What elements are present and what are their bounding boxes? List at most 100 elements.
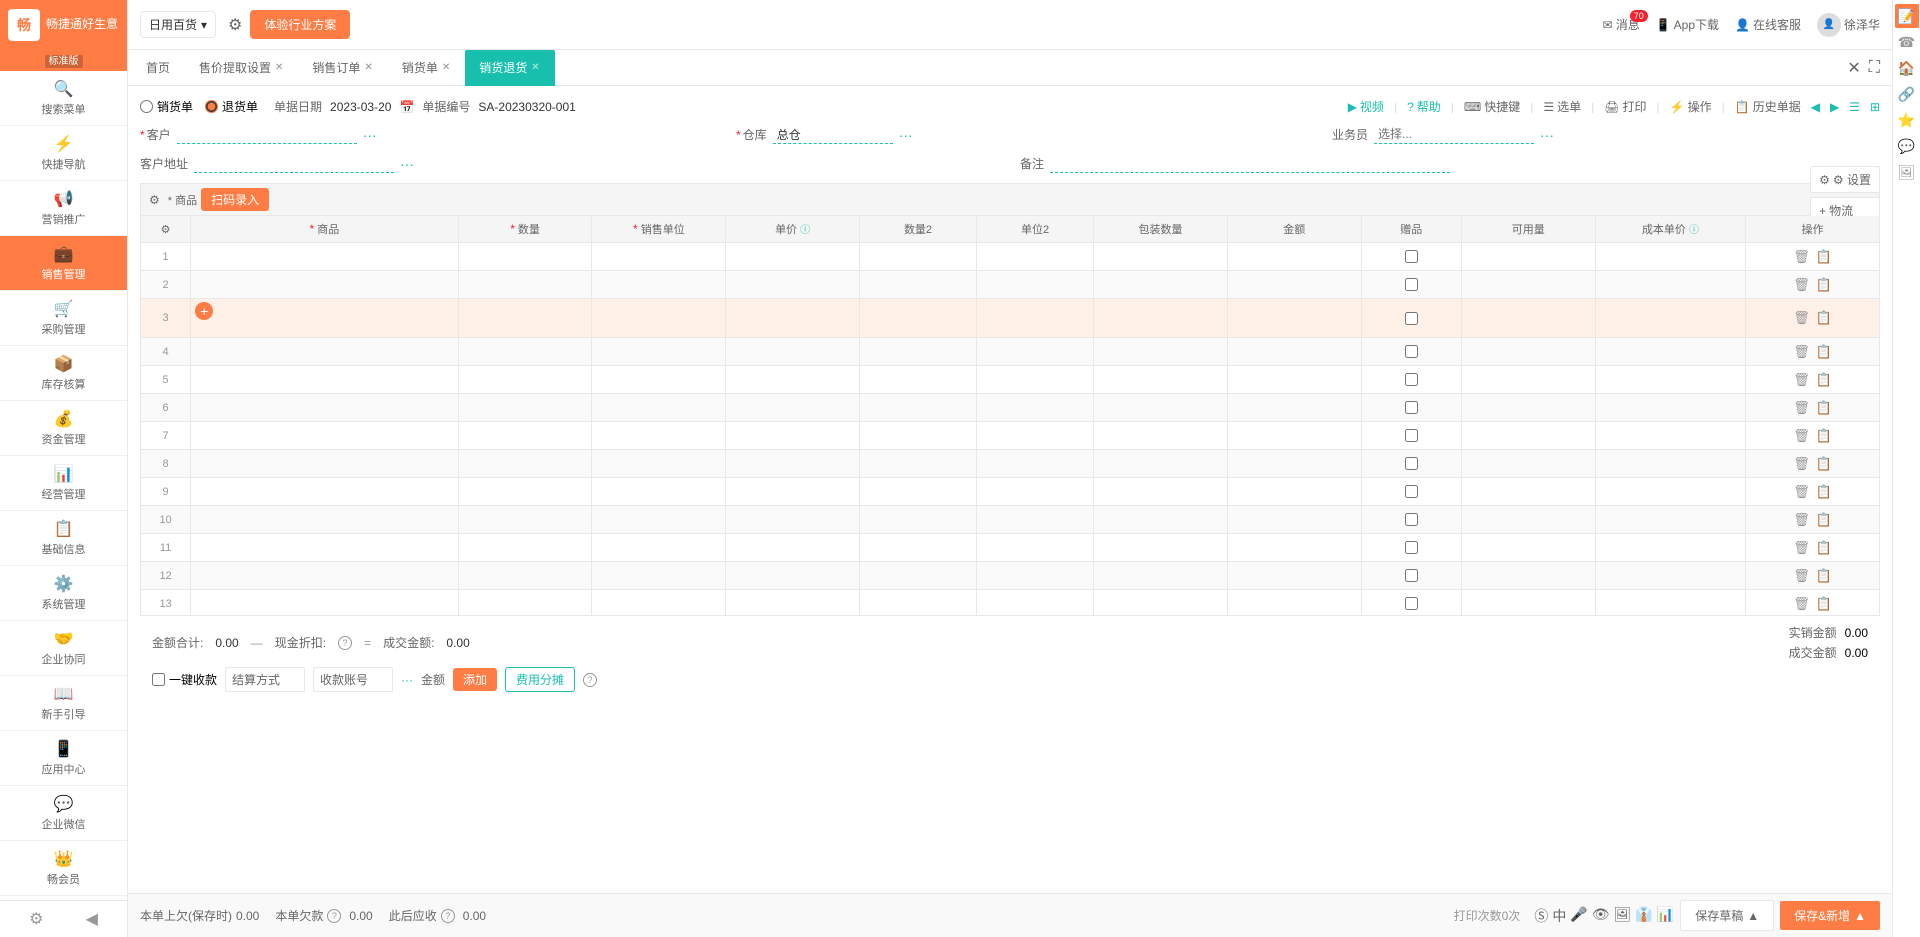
qty-cell-12[interactable] <box>458 562 592 590</box>
delete-icon-2[interactable]: 🗑 <box>1793 277 1810 293</box>
goods-cell-4[interactable] <box>191 338 459 366</box>
footer-help-2[interactable]: ? <box>327 909 341 923</box>
table-gear-icon[interactable]: ⚙ <box>149 193 160 207</box>
qty-cell-1[interactable] <box>458 243 592 271</box>
cost-price-cell-9[interactable] <box>1595 478 1745 506</box>
pack-qty-cell-11[interactable] <box>1094 534 1228 562</box>
copy-icon-12[interactable]: 📋 <box>1816 568 1832 584</box>
onepay-checkbox-label[interactable]: 一键收款 <box>152 671 217 688</box>
scan-btn[interactable]: 扫码录入 <box>201 188 269 211</box>
available-cell-8[interactable] <box>1461 450 1595 478</box>
unit-price-cell-11[interactable] <box>726 534 860 562</box>
customer-input[interactable] <box>177 125 357 144</box>
gift-cell-13[interactable] <box>1361 590 1461 616</box>
sidebar-item-system[interactable]: ⚙️系统管理 <box>0 566 127 621</box>
exp-btn[interactable]: 体验行业方案 <box>250 10 350 39</box>
customer-dots[interactable]: ··· <box>363 127 377 143</box>
sale-unit-cell-13[interactable] <box>592 590 726 616</box>
unit2-cell-4[interactable] <box>977 338 1094 366</box>
save-draft-btn[interactable]: 保存草稿 ▲ <box>1680 900 1774 931</box>
unit2-cell-8[interactable] <box>977 450 1094 478</box>
footer-icon-person[interactable]: 👔 <box>1635 906 1652 926</box>
view-list-icon[interactable]: ☰ <box>1849 100 1860 114</box>
footer-icon-mic[interactable]: 🎤 <box>1570 906 1587 926</box>
delete-icon-13[interactable]: 🗑 <box>1793 596 1810 612</box>
rp-chat-icon[interactable]: 💬 <box>1895 134 1919 158</box>
sale-unit-cell-3[interactable] <box>592 299 726 338</box>
sale-unit-cell-7[interactable] <box>592 422 726 450</box>
sidebar-item-enterprise[interactable]: 🤝企业协同 <box>0 621 127 676</box>
view-grid-icon[interactable]: ⊞ <box>1870 100 1880 114</box>
tab-sale-out-close[interactable]: ✕ <box>442 62 450 73</box>
amount-cell-2[interactable] <box>1227 271 1361 299</box>
available-cell-6[interactable] <box>1461 394 1595 422</box>
gift-checkbox-3[interactable] <box>1405 312 1418 325</box>
sidebar-item-search[interactable]: 🔍搜索菜单 <box>0 71 127 126</box>
radio-return-input[interactable] <box>205 100 218 113</box>
amount-cell-11[interactable] <box>1227 534 1361 562</box>
copy-icon-3[interactable]: 📋 <box>1816 310 1832 326</box>
unit-price-cell-9[interactable] <box>726 478 860 506</box>
cost-price-cell-12[interactable] <box>1595 562 1745 590</box>
unit2-cell-13[interactable] <box>977 590 1094 616</box>
gift-checkbox-10[interactable] <box>1405 513 1418 526</box>
available-cell-9[interactable] <box>1461 478 1595 506</box>
cost-price-cell-13[interactable] <box>1595 590 1745 616</box>
cost-price-cell-8[interactable] <box>1595 450 1745 478</box>
unit2-cell-1[interactable] <box>977 243 1094 271</box>
unit-price-cell-3[interactable] <box>726 299 860 338</box>
qty2-cell-6[interactable] <box>859 394 976 422</box>
goods-input-3[interactable] <box>274 320 374 334</box>
pack-qty-cell-7[interactable] <box>1094 422 1228 450</box>
goods-cell-11[interactable] <box>191 534 459 562</box>
amount-cell-10[interactable] <box>1227 506 1361 534</box>
pack-qty-cell-5[interactable] <box>1094 366 1228 394</box>
cost-price-cell-3[interactable] <box>1595 299 1745 338</box>
delete-icon-12[interactable]: 🗑 <box>1793 568 1810 584</box>
copy-icon-10[interactable]: 📋 <box>1816 512 1832 528</box>
goods-cell-13[interactable] <box>191 590 459 616</box>
radio-sale-input[interactable] <box>140 100 153 113</box>
qty2-cell-11[interactable] <box>859 534 976 562</box>
delete-icon-3[interactable]: 🗑 <box>1793 310 1810 326</box>
copy-icon-8[interactable]: 📋 <box>1816 456 1832 472</box>
sidebar-item-sales[interactable]: 💼销售管理 <box>0 236 127 291</box>
copy-icon-7[interactable]: 📋 <box>1816 428 1832 444</box>
qty-cell-11[interactable] <box>458 534 592 562</box>
qty2-cell-5[interactable] <box>859 366 976 394</box>
goods-cell-1[interactable] <box>191 243 459 271</box>
delete-icon-9[interactable]: 🗑 <box>1793 484 1810 500</box>
gift-checkbox-4[interactable] <box>1405 345 1418 358</box>
pack-qty-cell-2[interactable] <box>1094 271 1228 299</box>
footer-icon-s[interactable]: Ⓢ <box>1534 906 1548 926</box>
qty-cell-7[interactable] <box>458 422 592 450</box>
amount-cell-13[interactable] <box>1227 590 1361 616</box>
toolbar-print[interactable]: 🖨 打印 <box>1604 98 1646 115</box>
goods-cell-5[interactable] <box>191 366 459 394</box>
unit2-cell-12[interactable] <box>977 562 1094 590</box>
sidebar-settings-btn[interactable]: ⚙ <box>29 909 43 929</box>
unit2-cell-6[interactable] <box>977 394 1094 422</box>
copy-icon-4[interactable]: 📋 <box>1816 344 1832 360</box>
footer-icon-chart[interactable]: 📊 <box>1657 906 1674 926</box>
unit-price-cell-10[interactable] <box>726 506 860 534</box>
delete-icon-1[interactable]: 🗑 <box>1793 249 1810 265</box>
rp-phone-icon[interactable]: ☎ <box>1895 30 1919 54</box>
pack-qty-cell-3[interactable] <box>1094 299 1228 338</box>
gift-checkbox-9[interactable] <box>1405 485 1418 498</box>
copy-icon-9[interactable]: 📋 <box>1816 484 1832 500</box>
available-cell-5[interactable] <box>1461 366 1595 394</box>
sidebar-item-app[interactable]: 📱应用中心 <box>0 731 127 786</box>
copy-icon-2[interactable]: 📋 <box>1816 277 1832 293</box>
qty-cell-8[interactable] <box>458 450 592 478</box>
goods-cell-6[interactable] <box>191 394 459 422</box>
qty2-cell-3[interactable] <box>859 299 976 338</box>
unit-price-cell-5[interactable] <box>726 366 860 394</box>
toolbar-shortcut[interactable]: ⌨ 快捷键 <box>1464 98 1520 115</box>
available-cell-7[interactable] <box>1461 422 1595 450</box>
qty2-cell-2[interactable] <box>859 271 976 299</box>
sale-unit-cell-9[interactable] <box>592 478 726 506</box>
gift-cell-2[interactable] <box>1361 271 1461 299</box>
tab-sale-order-close[interactable]: ✕ <box>364 62 372 73</box>
footer-help-3[interactable]: ? <box>441 909 455 923</box>
